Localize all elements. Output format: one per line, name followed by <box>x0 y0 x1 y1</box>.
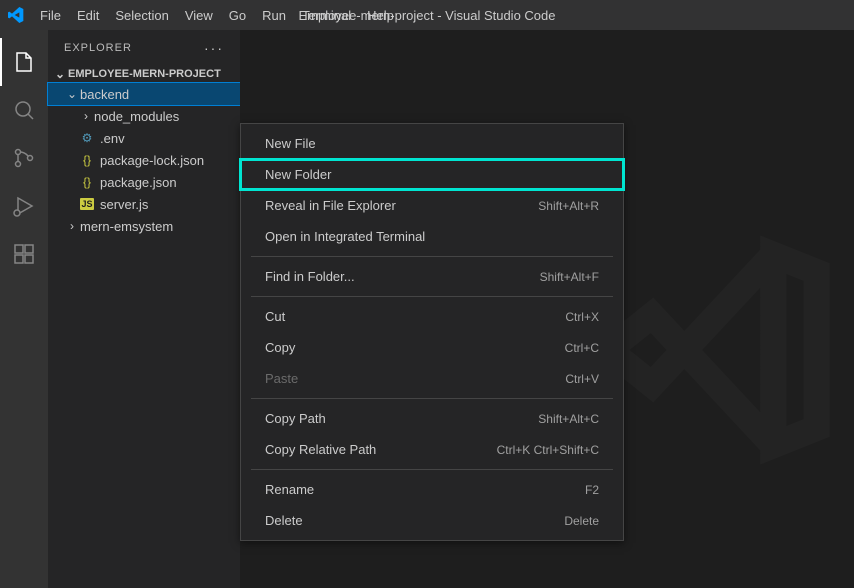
file-package-lock[interactable]: {} package-lock.json <box>48 149 240 171</box>
gear-icon: ⚙ <box>78 131 96 145</box>
separator <box>251 398 613 399</box>
window-title: Employee-mern-project - Visual Studio Co… <box>299 8 556 23</box>
ctx-new-file[interactable]: New File <box>241 128 623 159</box>
source-control-tab-icon[interactable] <box>0 134 48 182</box>
ctx-copy-path[interactable]: Copy PathShift+Alt+C <box>241 403 623 434</box>
menu-run[interactable]: Run <box>254 4 294 27</box>
menu-edit[interactable]: Edit <box>69 4 107 27</box>
ctx-rename[interactable]: RenameF2 <box>241 474 623 505</box>
sidebar: EXPLORER ··· ⌄ EMPLOYEE-MERN-PROJECT ⌄ b… <box>48 30 240 588</box>
more-actions-icon[interactable]: ··· <box>204 40 224 56</box>
context-menu: New File New Folder Reveal in File Explo… <box>240 123 624 541</box>
extensions-tab-icon[interactable] <box>0 230 48 278</box>
ctx-copy[interactable]: CopyCtrl+C <box>241 332 623 363</box>
ctx-copy-relative-path[interactable]: Copy Relative PathCtrl+K Ctrl+Shift+C <box>241 434 623 465</box>
file-label: package.json <box>100 175 177 190</box>
ctx-new-folder[interactable]: New Folder <box>241 159 623 190</box>
menu-selection[interactable]: Selection <box>107 4 176 27</box>
ctx-find-in-folder[interactable]: Find in Folder...Shift+Alt+F <box>241 261 623 292</box>
json-icon: {} <box>78 153 96 167</box>
ctx-paste: PasteCtrl+V <box>241 363 623 394</box>
file-env[interactable]: ⚙ .env <box>48 127 240 149</box>
file-server-js[interactable]: JS server.js <box>48 193 240 215</box>
folder-label: backend <box>80 87 129 102</box>
file-package-json[interactable]: {} package.json <box>48 171 240 193</box>
chevron-down-icon: ⌄ <box>52 67 68 81</box>
file-label: server.js <box>100 197 148 212</box>
activity-bar <box>0 30 48 588</box>
folder-node-modules[interactable]: › node_modules <box>48 105 240 127</box>
json-icon: {} <box>78 175 96 189</box>
js-icon: JS <box>78 198 96 210</box>
folder-label: node_modules <box>94 109 179 124</box>
titlebar: File Edit Selection View Go Run Terminal… <box>0 0 854 30</box>
folder-mern-emsystem[interactable]: › mern-emsystem <box>48 215 240 237</box>
run-debug-tab-icon[interactable] <box>0 182 48 230</box>
separator <box>251 469 613 470</box>
project-header[interactable]: ⌄ EMPLOYEE-MERN-PROJECT <box>48 65 240 83</box>
explorer-header: EXPLORER ··· <box>48 30 240 65</box>
ctx-open-terminal[interactable]: Open in Integrated Terminal <box>241 221 623 252</box>
ctx-reveal[interactable]: Reveal in File ExplorerShift+Alt+R <box>241 190 623 221</box>
separator <box>251 256 613 257</box>
ctx-delete[interactable]: DeleteDelete <box>241 505 623 536</box>
project-name: EMPLOYEE-MERN-PROJECT <box>68 68 221 80</box>
chevron-right-icon: › <box>78 109 94 123</box>
ctx-cut[interactable]: CutCtrl+X <box>241 301 623 332</box>
menu-file[interactable]: File <box>32 4 69 27</box>
folder-backend[interactable]: ⌄ backend <box>48 83 240 105</box>
chevron-down-icon: ⌄ <box>64 87 80 101</box>
menu-go[interactable]: Go <box>221 4 254 27</box>
search-tab-icon[interactable] <box>0 86 48 134</box>
folder-label: mern-emsystem <box>80 219 173 234</box>
menu-view[interactable]: View <box>177 4 221 27</box>
file-label: package-lock.json <box>100 153 204 168</box>
chevron-right-icon: › <box>64 219 80 233</box>
explorer-title: EXPLORER <box>64 42 132 54</box>
vscode-logo-icon <box>8 7 24 23</box>
separator <box>251 296 613 297</box>
explorer-tab-icon[interactable] <box>0 38 48 86</box>
file-label: .env <box>100 131 125 146</box>
